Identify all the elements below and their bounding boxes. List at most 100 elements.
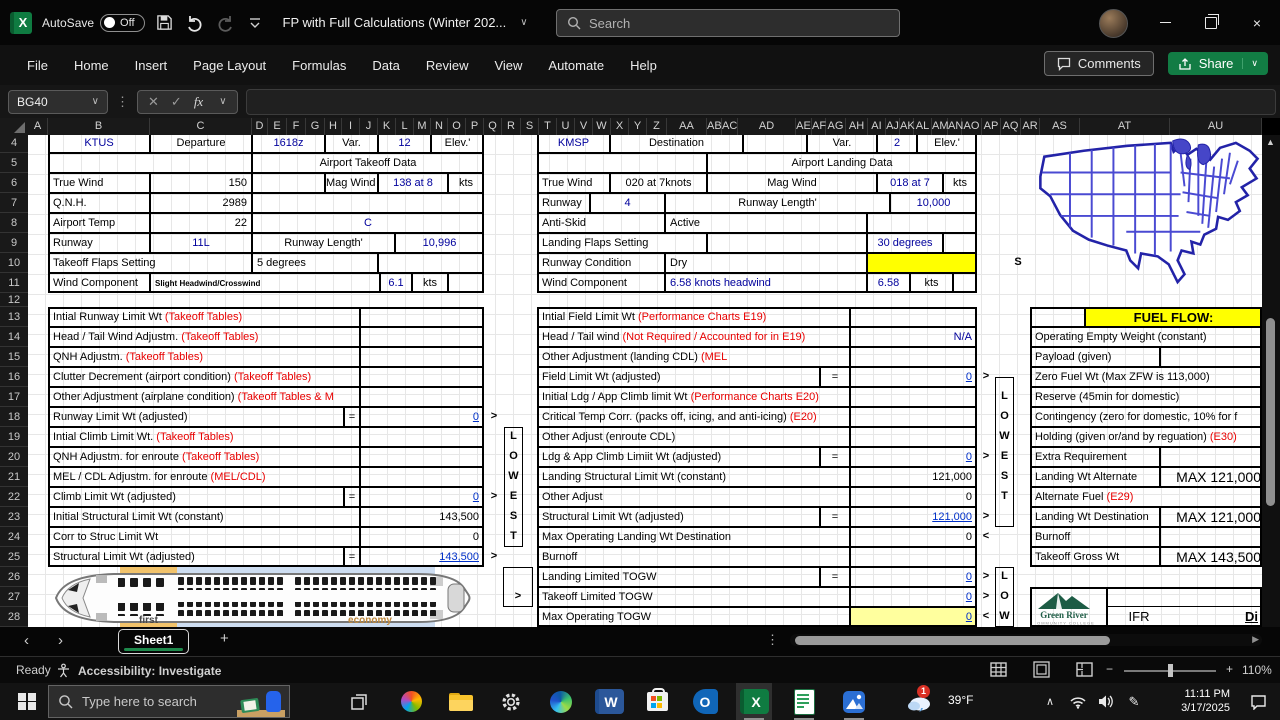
cell[interactable] <box>537 153 707 173</box>
cell-takeoff-data-header[interactable]: Airport Takeoff Data <box>252 153 484 173</box>
cell[interactable]: C <box>252 213 484 233</box>
tab-formulas[interactable]: Formulas <box>279 52 359 79</box>
column-header-T[interactable]: T <box>539 118 557 135</box>
column-header-AU[interactable]: AU <box>1170 118 1262 135</box>
cell[interactable]: O <box>995 587 1014 607</box>
column-header-AN[interactable]: AN <box>948 118 963 135</box>
cell[interactable]: 0 <box>850 607 977 627</box>
column-header-O[interactable]: O <box>448 118 466 135</box>
column-header-AF[interactable]: AF <box>812 118 826 135</box>
cell[interactable]: 0 <box>850 487 977 507</box>
cell[interactable]: Wind Component <box>48 273 150 293</box>
cell[interactable]: Burnoff <box>537 547 850 567</box>
cell[interactable]: Slight Headwind/Crosswind <box>150 273 380 293</box>
comments-button[interactable]: Comments <box>1043 51 1154 76</box>
page-layout-view-icon[interactable] <box>1033 661 1050 678</box>
row-header-10[interactable]: 10 <box>0 253 28 273</box>
cell[interactable]: 6.58 <box>867 273 910 293</box>
redo-icon[interactable] <box>215 13 235 33</box>
column-header-K[interactable]: K <box>378 118 396 135</box>
column-header-AO[interactable]: AO <box>962 118 982 135</box>
cell[interactable]: > <box>486 407 502 427</box>
cell[interactable]: 018 at 7 <box>877 173 943 193</box>
column-header-AA[interactable]: AA <box>667 118 707 135</box>
column-header-I[interactable]: I <box>342 118 360 135</box>
cell[interactable]: Structural Limit Wt (adjusted) <box>48 547 344 567</box>
cell[interactable]: = <box>820 507 850 527</box>
cell[interactable]: Ldg & App Climb Limiit Wt (adjusted) <box>537 447 820 467</box>
close-button[interactable]: × <box>1234 0 1280 45</box>
cell[interactable]: 0 <box>360 527 484 547</box>
cell[interactable]: Head / Tail wind (Not Required / Account… <box>537 327 850 347</box>
sheetbar-kebab-icon[interactable]: ⋮ <box>766 632 779 648</box>
cell[interactable]: 5 degrees <box>252 253 378 273</box>
cell[interactable]: O <box>995 407 1014 427</box>
cell[interactable]: Initial Structural Limit Wt (constant) <box>48 507 360 527</box>
outlook-button[interactable]: O <box>688 683 722 720</box>
tab-page-layout[interactable]: Page Layout <box>180 52 279 79</box>
wifi-button[interactable] <box>1066 683 1090 720</box>
cell[interactable]: N/A <box>850 327 977 347</box>
cell[interactable] <box>360 307 484 327</box>
cell[interactable] <box>360 447 484 467</box>
cell[interactable]: 0 <box>360 487 484 507</box>
cell[interactable] <box>1160 447 1262 467</box>
formula-input[interactable] <box>245 88 1276 115</box>
temperature-label[interactable]: 39°F <box>948 693 973 707</box>
cell[interactable]: 6.1 <box>380 273 412 293</box>
cell[interactable]: Destination <box>610 133 743 153</box>
cell[interactable]: Other Adjust (enroute CDL) <box>537 427 850 447</box>
next-sheet-icon[interactable]: › <box>58 632 63 649</box>
cell[interactable] <box>1160 527 1262 547</box>
column-header-AG[interactable]: AG <box>826 118 846 135</box>
cell[interactable]: 0 <box>850 367 977 387</box>
normal-view-icon[interactable] <box>990 661 1007 678</box>
cell[interactable] <box>850 387 977 407</box>
row-header-16[interactable]: 16 <box>0 367 28 387</box>
column-header-AB[interactable]: AB <box>707 118 722 135</box>
row-header-18[interactable]: 18 <box>0 407 28 427</box>
cell[interactable]: W <box>995 427 1014 447</box>
cell[interactable]: Clutter Decrement (airport condition) (T… <box>48 367 360 387</box>
cell[interactable] <box>252 193 484 213</box>
cell[interactable]: Runway Limit Wt (adjusted) <box>48 407 344 427</box>
cell[interactable]: Alternate Fuel (E29) <box>1030 487 1262 507</box>
pen-button[interactable]: ✎ <box>1122 683 1146 720</box>
cell-highlight-yellow[interactable] <box>867 253 977 273</box>
column-header-AD[interactable]: AD <box>738 118 796 135</box>
column-header-X[interactable]: X <box>611 118 629 135</box>
action-center-button[interactable] <box>1244 683 1272 720</box>
cell[interactable]: Burnoff <box>1030 527 1160 547</box>
cell[interactable]: 4 <box>590 193 665 213</box>
column-header-AJ[interactable]: AJ <box>886 118 900 135</box>
row-header-14[interactable]: 14 <box>0 327 28 347</box>
column-header-AI[interactable]: AI <box>868 118 886 135</box>
cell[interactable] <box>953 273 977 293</box>
row-header-13[interactable]: 13 <box>0 307 28 327</box>
column-header-S[interactable]: S <box>521 118 539 135</box>
cell[interactable] <box>850 307 977 327</box>
cell[interactable]: Corr to Struc Limit Wt <box>48 527 360 547</box>
start-button[interactable] <box>10 683 44 720</box>
zoom-out-button[interactable]: − <box>1106 662 1113 676</box>
cell[interactable]: 020 at 7knots <box>610 173 707 193</box>
row-header-22[interactable]: 22 <box>0 487 28 507</box>
cell[interactable] <box>867 213 977 233</box>
cell[interactable]: 1618z <box>252 133 325 153</box>
fx-chevron-icon[interactable]: ∨ <box>219 96 226 107</box>
column-header-P[interactable]: P <box>466 118 484 135</box>
column-header-Y[interactable]: Y <box>629 118 647 135</box>
cell[interactable] <box>850 427 977 447</box>
cell[interactable]: Q.N.H. <box>48 193 150 213</box>
cell[interactable] <box>850 547 977 567</box>
title-chevron-icon[interactable]: ∨ <box>520 17 527 28</box>
cell[interactable]: Var. <box>807 133 877 153</box>
row-header-24[interactable]: 24 <box>0 527 28 547</box>
cell[interactable]: T <box>504 527 523 547</box>
avatar[interactable] <box>1099 9 1128 38</box>
name-box[interactable]: BG40 ∨ <box>8 89 108 114</box>
cell-fuel-flow-header[interactable]: FUEL FLOW: <box>1085 307 1262 327</box>
cell[interactable]: Max Operating Landing Wt Destination <box>537 527 850 547</box>
cell[interactable] <box>360 467 484 487</box>
cell[interactable]: < <box>978 527 994 547</box>
